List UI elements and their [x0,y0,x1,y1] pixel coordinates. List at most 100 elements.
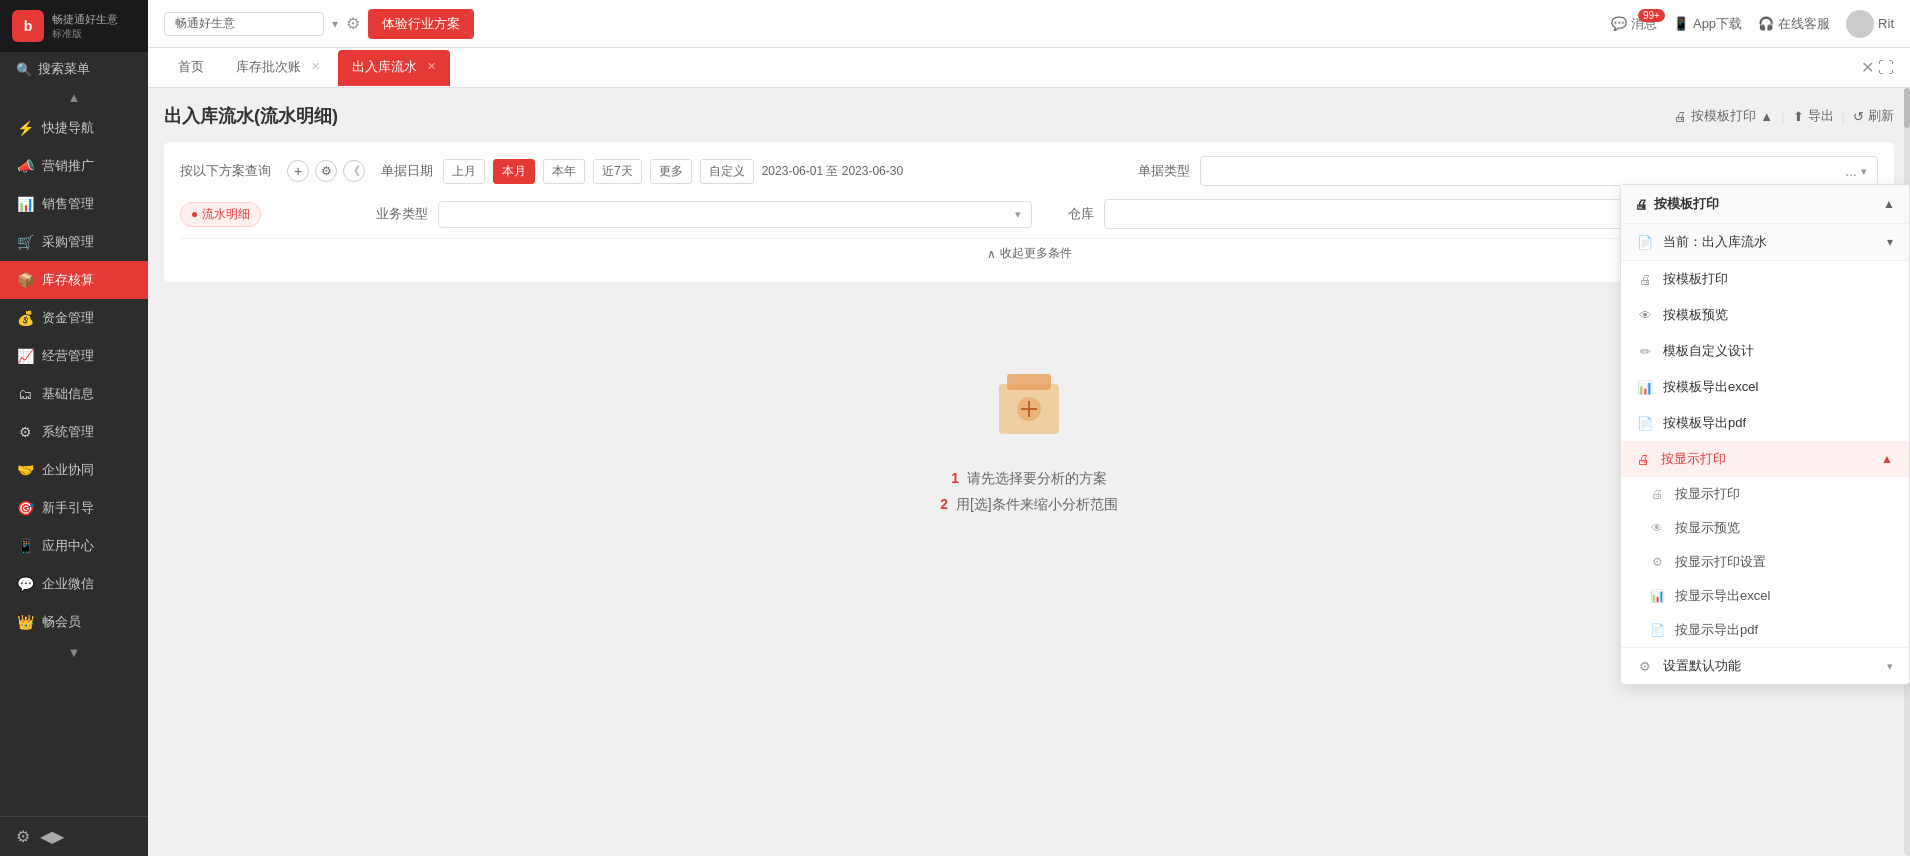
template-excel-icon: 📊 [1637,379,1653,395]
fullscreen-btn[interactable]: ⛶ [1878,59,1894,77]
export-btn[interactable]: ⬆ 导出 [1793,107,1834,125]
dropdown-display-print-header[interactable]: 🖨 按显示打印 ▲ [1621,441,1909,477]
topbar-dropdown-icon[interactable]: ▾ [332,17,338,31]
close-tab-btn[interactable]: ✕ [1861,58,1874,77]
dropdown-header: 🖨 按模板打印 ▲ [1621,185,1909,224]
basic-icon: 🗂 [16,385,34,403]
dropdown-template-custom[interactable]: ✏ 模板自定义设计 [1621,333,1909,369]
sales-icon: 📊 [16,195,34,213]
print-template-btn[interactable]: 🖨 按模板打印 ▲ [1674,107,1773,125]
sidebar-item-quick-nav[interactable]: ⚡ 快捷导航 [0,109,148,147]
messages-icon: 💬 [1611,16,1627,31]
dropdown-display-print-settings[interactable]: ⚙ 按显示打印设置 [1621,545,1909,579]
sidebar-scroll-down[interactable]: ▼ [0,641,148,664]
page-header: 出入库流水(流水明细) 🖨 按模板打印 ▲ | ⬆ 导出 | ↺ 刷新 [164,104,1894,128]
tab-close-inout-flow[interactable]: ✕ [427,60,436,73]
sidebar-item-operations[interactable]: 📈 经营管理 [0,337,148,375]
tab-close-batch-account[interactable]: ✕ [311,60,320,73]
sidebar-item-member[interactable]: 👑 畅会员 [0,603,148,641]
finance-icon: 💰 [16,309,34,327]
date-btn-last-month[interactable]: 上月 [443,159,485,184]
doc-type-dropdown-icon[interactable]: ▾ [1861,165,1867,178]
system-icon: ⚙ [16,423,34,441]
sidebar-item-sales[interactable]: 📊 销售管理 [0,185,148,223]
sidebar-item-purchase[interactable]: 🛒 采购管理 [0,223,148,261]
sub-print-icon: 🖨 [1649,486,1665,502]
display-print-header-icon: 🖨 [1635,451,1651,467]
sidebar-item-marketing[interactable]: 📣 营销推广 [0,147,148,185]
sub-preview-icon: 👁 [1649,520,1665,536]
refresh-btn[interactable]: ↺ 刷新 [1853,107,1894,125]
filter-collapse-btn[interactable]: 《 [343,160,365,182]
print-header-icon: 🖨 [1635,197,1648,212]
tab-batch-account[interactable]: 库存批次账 ✕ [222,50,334,86]
date-range: 2023-06-01 至 2023-06-30 [762,163,903,180]
sidebar-item-guide[interactable]: 🎯 新手引导 [0,489,148,527]
dropdown-template-preview[interactable]: 👁 按模板预览 [1621,297,1909,333]
online-service-item[interactable]: 🎧 在线客服 [1758,15,1830,33]
dropdown-set-default[interactable]: ⚙ 设置默认功能 ▾ [1621,647,1909,684]
sidebar-item-finance[interactable]: 💰 资金管理 [0,299,148,337]
sidebar: b 畅捷通好生意 标准版 🔍 搜索菜单 ▲ ⚡ 快捷导航 📣 营销推广 📊 销售… [0,0,148,856]
doc-type-input[interactable]: ... ▾ [1200,156,1879,186]
messages-item[interactable]: 💬 消息 99+ [1611,15,1657,33]
display-print-header-left: 🖨 按显示打印 [1635,450,1726,468]
filter-gear-btn[interactable]: ⚙ [315,160,337,182]
topbar-gear-icon[interactable]: ⚙ [346,14,360,33]
dropdown-current-template[interactable]: 📄 当前：出入库流水 ▾ [1621,224,1909,261]
app-download-item[interactable]: 📱 App下载 [1673,15,1742,33]
template-pdf-icon: 📄 [1637,415,1653,431]
doc-type-more-icon[interactable]: ... [1845,163,1857,179]
sidebar-item-enterprise[interactable]: 🤝 企业协同 [0,451,148,489]
date-btn-last-7[interactable]: 近7天 [593,159,642,184]
topbar-search-input[interactable] [164,12,324,36]
dropdown-template-export-pdf[interactable]: 📄 按模板导出pdf [1621,405,1909,441]
settings-bottom-icon[interactable]: ⚙ [16,827,30,846]
date-btn-current-month[interactable]: 本月 [493,159,535,184]
sidebar-item-basic[interactable]: 🗂 基础信息 [0,375,148,413]
tab-home[interactable]: 首页 [164,50,218,86]
sidebar-item-wechat[interactable]: 💬 企业微信 [0,565,148,603]
dropdown-display-preview[interactable]: 👁 按显示预览 [1621,511,1909,545]
sidebar-item-system[interactable]: ⚙ 系统管理 [0,413,148,451]
filter-add-btn[interactable]: + [287,160,309,182]
sidebar-item-inventory[interactable]: 📦 库存核算 [0,261,148,299]
collapse-sidebar-icon[interactable]: ◀▶ [40,827,64,846]
filter-tag-dot: ● [191,207,198,221]
dropdown-display-print[interactable]: 🖨 按显示打印 [1621,477,1909,511]
search-menu[interactable]: 🔍 搜索菜单 [0,52,148,86]
marketing-icon: 📣 [16,157,34,175]
search-by-label: 按以下方案查询 [180,162,271,180]
warehouse-label: 仓库 [1068,205,1094,223]
sidebar-scroll-up[interactable]: ▲ [0,86,148,109]
date-btn-more[interactable]: 更多 [650,159,692,184]
svg-rect-1 [1007,374,1051,390]
dropdown-template-export-excel[interactable]: 📊 按模板导出excel [1621,369,1909,405]
date-btn-custom[interactable]: 自定义 [700,159,754,184]
user-avatar-item[interactable]: Rit [1846,10,1894,38]
dropdown-display-export-excel[interactable]: 📊 按显示导出excel [1621,579,1909,613]
current-template-arrow: ▾ [1887,235,1893,249]
scrollbar-thumb[interactable] [1904,88,1910,128]
dropdown-display-export-pdf[interactable]: 📄 按显示导出pdf [1621,613,1909,647]
enterprise-icon: 🤝 [16,461,34,479]
current-template-icon: 📄 [1637,234,1653,250]
filter-actions: + ⚙ 《 [287,160,365,182]
sidebar-nav: ▲ ⚡ 快捷导航 📣 营销推广 📊 销售管理 🛒 采购管理 📦 库存核算 💰 资… [0,86,148,816]
print-dropdown-panel: 🖨 按模板打印 ▲ 📄 当前：出入库流水 ▾ 🖨 按模板打印 👁 按模板预览 [1620,184,1910,685]
dropdown-template-print[interactable]: 🖨 按模板打印 [1621,261,1909,297]
purchase-icon: 🛒 [16,233,34,251]
dropdown-header-title: 🖨 按模板打印 [1635,195,1719,213]
business-type-label: 业务类型 [376,205,428,223]
date-btn-current-year[interactable]: 本年 [543,159,585,184]
tab-inout-flow[interactable]: 出入库流水 ✕ [338,50,450,86]
dropdown-header-arrow[interactable]: ▲ [1883,197,1895,211]
trial-btn[interactable]: 体验行业方案 [368,9,474,39]
page-title: 出入库流水(流水明细) [164,104,338,128]
business-type-select[interactable]: ▾ [438,201,1032,228]
sidebar-item-app-center[interactable]: 📱 应用中心 [0,527,148,565]
display-print-expand-icon: ▲ [1881,452,1893,466]
default-settings-icon: ⚙ [1637,658,1653,674]
business-type-arrow: ▾ [1015,208,1021,221]
active-filter-tag[interactable]: ● 流水明细 [180,202,261,227]
